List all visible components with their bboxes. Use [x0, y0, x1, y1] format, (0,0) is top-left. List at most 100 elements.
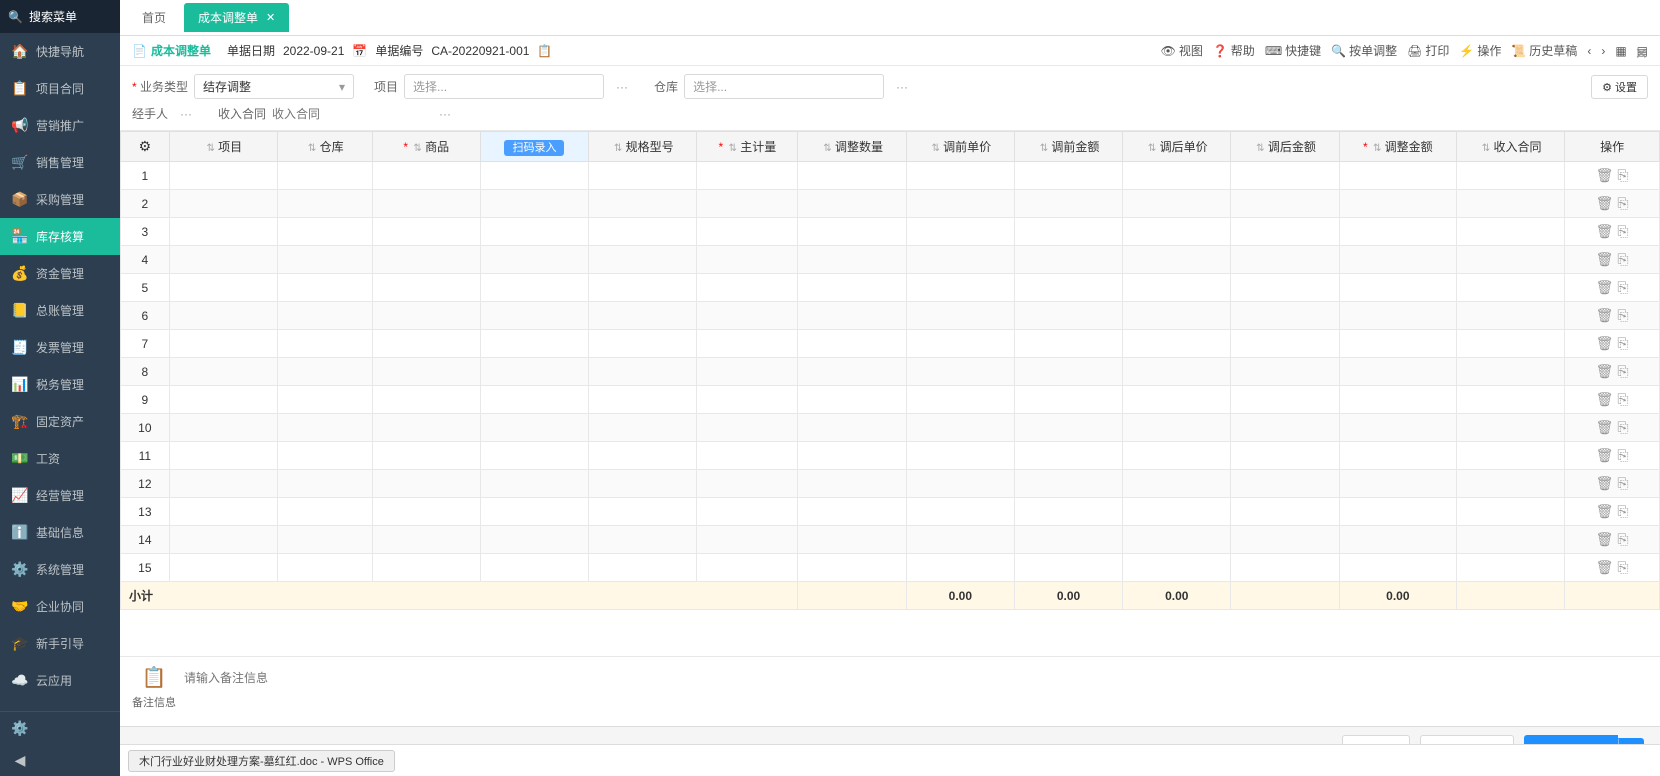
sidebar-item-quick-nav[interactable]: 🏠快捷导航 — [0, 33, 120, 70]
sidebar-item-sys-mgmt[interactable]: ⚙️系统管理 — [0, 551, 120, 588]
sidebar-item-ledger-mgmt[interactable]: 📒总账管理 — [0, 292, 120, 329]
row-10-price-after[interactable] — [1123, 414, 1231, 442]
row-4-delete-icon[interactable]: 🗑 — [1596, 251, 1614, 268]
row-11-copy-icon[interactable]: ⎘ — [1617, 447, 1628, 464]
row-8-unit[interactable] — [697, 358, 798, 386]
row-10-warehouse[interactable] — [277, 414, 372, 442]
row-7-amt-before[interactable] — [1014, 330, 1122, 358]
row-9-price-before[interactable] — [906, 386, 1014, 414]
row-4-project[interactable] — [169, 246, 277, 274]
row-13-price-before[interactable] — [906, 498, 1014, 526]
row-5-price-before[interactable] — [906, 274, 1014, 302]
row-8-warehouse[interactable] — [277, 358, 372, 386]
row-5-scan[interactable] — [480, 274, 588, 302]
income-contract-more-btn[interactable]: ··· — [433, 107, 457, 121]
scan-button[interactable]: 扫码录入 — [504, 140, 564, 156]
row-13-income[interactable] — [1457, 498, 1565, 526]
sidebar-item-tax-mgmt[interactable]: 📊税务管理 — [0, 366, 120, 403]
row-14-copy-icon[interactable]: ⎘ — [1617, 531, 1628, 548]
row-9-adj-amt[interactable] — [1339, 386, 1456, 414]
row-2-copy-icon[interactable]: ⎘ — [1617, 195, 1628, 212]
col-header-warehouse[interactable]: ⇅ 仓库 — [277, 132, 372, 162]
row-5-amt-after[interactable] — [1231, 274, 1339, 302]
row-14-income[interactable] — [1457, 526, 1565, 554]
row-3-adj-amt[interactable] — [1339, 218, 1456, 246]
row-8-price-after[interactable] — [1123, 358, 1231, 386]
row-5-spec[interactable] — [589, 274, 697, 302]
row-4-scan[interactable] — [480, 246, 588, 274]
biz-type-select[interactable]: 结存调整 ▾ — [194, 74, 354, 99]
row-9-amt-after[interactable] — [1231, 386, 1339, 414]
sidebar-item-cloud-apps[interactable]: ☁️云应用 — [0, 662, 120, 699]
row-9-income[interactable] — [1457, 386, 1565, 414]
row-2-delete-icon[interactable]: 🗑 — [1596, 195, 1614, 212]
row-10-price-before[interactable] — [906, 414, 1014, 442]
row-9-delete-icon[interactable]: 🗑 — [1596, 391, 1614, 408]
row-6-spec[interactable] — [589, 302, 697, 330]
row-12-project[interactable] — [169, 470, 277, 498]
row-12-price-before[interactable] — [906, 470, 1014, 498]
row-13-amt-before[interactable] — [1014, 498, 1122, 526]
row-13-delete-icon[interactable]: 🗑 — [1596, 503, 1614, 520]
row-15-delete-icon[interactable]: 🗑 — [1596, 559, 1614, 576]
sidebar-search[interactable]: 🔍 搜索菜单 — [0, 0, 120, 33]
row-10-project[interactable] — [169, 414, 277, 442]
row-5-project[interactable] — [169, 274, 277, 302]
row-1-spec[interactable] — [589, 162, 697, 190]
row-15-price-before[interactable] — [906, 554, 1014, 582]
row-7-qty[interactable] — [798, 330, 906, 358]
row-15-goods[interactable] — [372, 554, 480, 582]
row-1-qty[interactable] — [798, 162, 906, 190]
row-12-adj-amt[interactable] — [1339, 470, 1456, 498]
row-7-warehouse[interactable] — [277, 330, 372, 358]
row-10-amt-after[interactable] — [1231, 414, 1339, 442]
row-3-amt-after[interactable] — [1231, 218, 1339, 246]
warehouse-select[interactable]: 选择... — [684, 74, 884, 99]
row-8-qty[interactable] — [798, 358, 906, 386]
col-header-adj-amt[interactable]: * ⇅ 调整金额 — [1339, 132, 1456, 162]
handler-more-btn[interactable]: ··· — [174, 107, 198, 121]
income-contract-input[interactable] — [272, 107, 427, 121]
row-2-amt-after[interactable] — [1231, 190, 1339, 218]
row-3-copy-icon[interactable]: ⎘ — [1617, 223, 1628, 240]
row-8-project[interactable] — [169, 358, 277, 386]
row-8-price-before[interactable] — [906, 358, 1014, 386]
row-12-price-after[interactable] — [1123, 470, 1231, 498]
row-1-scan[interactable] — [480, 162, 588, 190]
col-header-goods[interactable]: * ⇅ 商品 — [372, 132, 480, 162]
row-5-price-after[interactable] — [1123, 274, 1231, 302]
row-9-warehouse[interactable] — [277, 386, 372, 414]
row-14-delete-icon[interactable]: 🗑 — [1596, 531, 1614, 548]
row-15-adj-amt[interactable] — [1339, 554, 1456, 582]
row-3-warehouse[interactable] — [277, 218, 372, 246]
row-9-qty[interactable] — [798, 386, 906, 414]
row-1-warehouse[interactable] — [277, 162, 372, 190]
doc-icon[interactable]: 📋 — [537, 44, 552, 58]
row-11-adj-amt[interactable] — [1339, 442, 1456, 470]
row-11-spec[interactable] — [589, 442, 697, 470]
view-btn[interactable]: 👁 视图 — [1161, 42, 1203, 59]
col-header-project[interactable]: ⇅ 项目 — [169, 132, 277, 162]
row-1-delete-icon[interactable]: 🗑 — [1596, 167, 1614, 184]
col-header-qty[interactable]: ⇅ 调整数量 — [798, 132, 906, 162]
warehouse-more-btn[interactable]: ··· — [890, 80, 914, 94]
window-close-btn[interactable]: ✕ — [1635, 44, 1648, 64]
row-9-amt-before[interactable] — [1014, 386, 1122, 414]
col-header-price-after[interactable]: ⇅ 调后单价 — [1123, 132, 1231, 162]
row-4-price-before[interactable] — [906, 246, 1014, 274]
row-3-project[interactable] — [169, 218, 277, 246]
sidebar-item-collapse[interactable]: ◀ — [0, 744, 120, 776]
row-14-amt-after[interactable] — [1231, 526, 1339, 554]
col-header-amt-after[interactable]: ⇅ 调后金额 — [1231, 132, 1339, 162]
col-header-price-before[interactable]: ⇅ 调前单价 — [906, 132, 1014, 162]
settings-button[interactable]: ⚙ 设置 — [1591, 75, 1648, 99]
notes-input[interactable] — [184, 665, 1648, 697]
row-11-price-before[interactable] — [906, 442, 1014, 470]
sidebar-item-basic-info[interactable]: ℹ️基础信息 — [0, 514, 120, 551]
sidebar-item-settings[interactable]: ⚙️ — [0, 712, 120, 744]
row-12-amt-before[interactable] — [1014, 470, 1122, 498]
row-15-amt-after[interactable] — [1231, 554, 1339, 582]
row-9-unit[interactable] — [697, 386, 798, 414]
sidebar-item-payroll[interactable]: 💵工资 — [0, 440, 120, 477]
row-2-warehouse[interactable] — [277, 190, 372, 218]
